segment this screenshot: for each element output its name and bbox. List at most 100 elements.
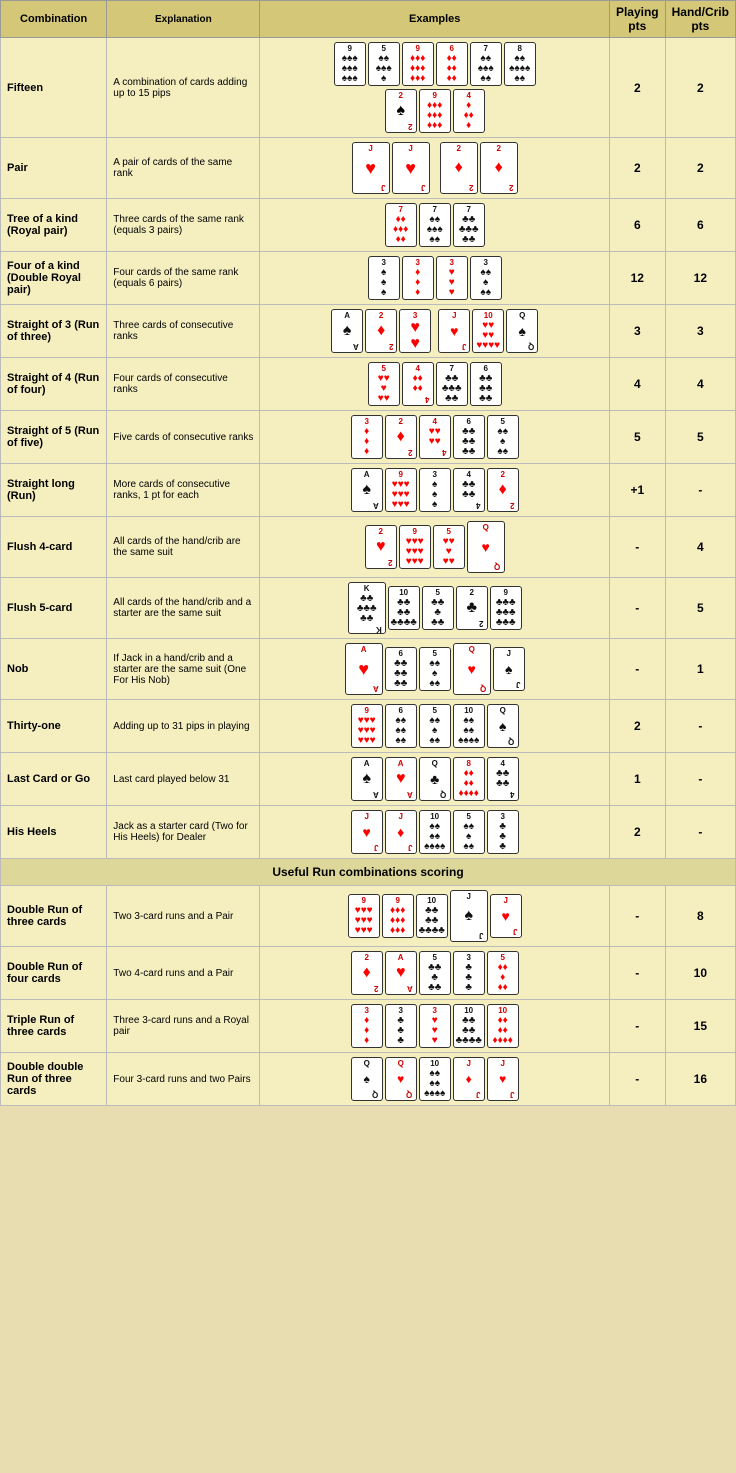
card: 2 ♦ 2 [365, 309, 397, 353]
card: 9 ♥♥♥♥♥♥♥♥♥ 9 [399, 525, 431, 569]
card: 3 ♠♠♠ 3 [419, 468, 451, 512]
row-straight-4: Straight of 4 (Run of four) Four cards o… [1, 358, 736, 411]
row-fifteen: Fifteen A combination of cards adding up… [1, 38, 736, 138]
combo-three-kind: Tree of a kind (Royal pair) [1, 199, 107, 252]
card: 8 ♦♦♦♦♦♦♦♦ 8 [453, 757, 485, 801]
crib-thirty-one: - [665, 700, 735, 753]
pts-double-run-3: - [609, 886, 665, 947]
combo-his-heels: His Heels [1, 806, 107, 859]
card: 7 ♣♣♣♣♣♣♣ 7 [436, 362, 468, 406]
card: J ♥ J [438, 309, 470, 353]
examples-double-run-3: 9 ♥♥♥♥♥♥♥♥♥ 9 9 ♦♦♦♦♦♦♦♦♦ 9 [260, 886, 610, 947]
crib-straight-long: - [665, 464, 735, 517]
combo-double-run-4: Double Run of four cards [1, 947, 107, 1000]
card: 2 ♥ 2 [365, 525, 397, 569]
header-playing-pts: Playing pts [609, 1, 665, 38]
card: 10 ♣♣♣♣♣♣♣♣ 10 [416, 894, 448, 938]
card: 6 ♣♣♣♣♣♣ 6 [470, 362, 502, 406]
card: 3 ♠♠♠♠♠ 3 [470, 256, 502, 300]
row-double-run-4: Double Run of four cards Two 4-card runs… [1, 947, 736, 1000]
card: 9 ♦♦♦♦♦♦♦♦♦ 9 [382, 894, 414, 938]
card: Q ♠ Q [351, 1057, 383, 1101]
card: 2 ♠ 2 [385, 89, 417, 133]
pts-four-kind: 12 [609, 252, 665, 305]
card: 9 ♥♥♥♥♥♥♥♥♥ 9 [351, 704, 383, 748]
combo-double-double-run: Double double Run of three cards [1, 1053, 107, 1106]
card: 5 ♥♥♥♥♥ 5 [433, 525, 465, 569]
combo-four-kind: Four of a kind (Double Royal pair) [1, 252, 107, 305]
explain-triple-run-3: Three 3-card runs and a Royal pair [107, 1000, 260, 1053]
card: J ♠ J [493, 647, 525, 691]
card: 3 ♥♥♥ 3 [436, 256, 468, 300]
card: 3 ♣♣♣ 3 [453, 951, 485, 995]
card: 10 ♣♣♣♣♣♣♣♣ 10 [388, 586, 420, 630]
card: Q ♠ Q [487, 704, 519, 748]
pts-fifteen: 2 [609, 38, 665, 138]
card: 9 ♥♥♥♥♥♥♥♥♥ 9 [385, 468, 417, 512]
pts-three-kind: 6 [609, 199, 665, 252]
card: 7 ♠♠♠♠♠♠♠ 7 [470, 42, 502, 86]
card: 3 ♥♥♥ 3 [399, 309, 431, 353]
explain-four-kind: Four cards of the same rank (equals 6 pa… [107, 252, 260, 305]
card: A ♥ A [345, 643, 383, 695]
crib-three-kind: 6 [665, 199, 735, 252]
row-triple-run-3: Triple Run of three cards Three 3-card r… [1, 1000, 736, 1053]
explain-double-run-3: Two 3-card runs and a Pair [107, 886, 260, 947]
card: 5 ♥♥♥♥♥ 5 [368, 362, 400, 406]
card: 5 ♠♠♠♠♠ 5 [419, 647, 451, 691]
combo-flush-4: Flush 4-card [1, 517, 107, 578]
pts-flush-5: - [609, 578, 665, 639]
card: J ♥ J [352, 142, 390, 194]
row-double-double-run: Double double Run of three cards Four 3-… [1, 1053, 736, 1106]
pts-pair: 2 [609, 138, 665, 199]
card: 3 ♦♦♦ 3 [402, 256, 434, 300]
explain-straight-3: Three cards of consecutive ranks [107, 305, 260, 358]
card: Q ♠ Q [506, 309, 538, 353]
examples-straight-5: 3 ♦♦♦ 3 2 ♦ 2 4 [260, 411, 610, 464]
card: 5 ♠♠♠♠♠ 5 [487, 415, 519, 459]
row-pair: Pair A pair of cards of the same rank J … [1, 138, 736, 199]
card: 9 ♥♥♥♥♥♥♥♥♥ 9 [348, 894, 380, 938]
explain-flush-5: All cards of the hand/crib and a starter… [107, 578, 260, 639]
crib-straight-3: 3 [665, 305, 735, 358]
explain-double-double-run: Four 3-card runs and two Pairs [107, 1053, 260, 1106]
pts-straight-3: 3 [609, 305, 665, 358]
card: 9 ♣♣♣♣♣♣♣♣♣ 9 [490, 586, 522, 630]
section-header-text: Useful Run combinations scoring [1, 859, 736, 886]
explain-straight-long: More cards of consecutive ranks, 1 pt fo… [107, 464, 260, 517]
row-flush-4: Flush 4-card All cards of the hand/crib … [1, 517, 736, 578]
pts-straight-4: 4 [609, 358, 665, 411]
card: Q ♣ Q [419, 757, 451, 801]
explain-thirty-one: Adding up to 31 pips in playing [107, 700, 260, 753]
card: 3 ♦♦♦ 3 [351, 415, 383, 459]
explain-straight-4: Four cards of consecutive ranks [107, 358, 260, 411]
card: 2 ♦ 2 [385, 415, 417, 459]
pts-nob: - [609, 639, 665, 700]
card: 5 ♣♣♣♣♣ 5 [422, 586, 454, 630]
combo-double-run-3: Double Run of three cards [1, 886, 107, 947]
combo-flush-5: Flush 5-card [1, 578, 107, 639]
crib-flush-4: 4 [665, 517, 735, 578]
card: J ♥ J [392, 142, 430, 194]
card: 9 ♦♦♦♦♦♦♦♦♦ 9 [402, 42, 434, 86]
explain-last-card: Last card played below 31 [107, 753, 260, 806]
examples-fifteen: 9 ♠♠♠♠♠♠♠♠♠ 9 5 ♠♠♠♠♠♠ 5 [260, 38, 610, 138]
examples-three-kind: 7 ♦♦♦♦♦♦♦ 7 7 ♠♠♠♠♠♠♠ 7 [260, 199, 610, 252]
combo-straight-4: Straight of 4 (Run of four) [1, 358, 107, 411]
card: 10 ♠♠♠♠♠♠♠♠ 10 [453, 704, 485, 748]
examples-straight-long: A ♠ A 9 ♥♥♥♥♥♥♥♥♥ 9 [260, 464, 610, 517]
examples-four-kind: 3 ♠♠♠ 3 3 ♦♦♦ 3 3 [260, 252, 610, 305]
card: 2 ♦ 2 [440, 142, 478, 194]
card: 3 ♠♠♠ 3 [368, 256, 400, 300]
row-nob: Nob If Jack in a hand/crib and a starter… [1, 639, 736, 700]
card: J ♦ J [453, 1057, 485, 1101]
row-straight-5: Straight of 5 (Run of five) Five cards o… [1, 411, 736, 464]
card: 6 ♦♦♦♦♦♦ 6 [436, 42, 468, 86]
crib-nob: 1 [665, 639, 735, 700]
pts-double-run-4: - [609, 947, 665, 1000]
examples-last-card: A ♠ A A ♥ A Q [260, 753, 610, 806]
row-three-kind: Tree of a kind (Royal pair) Three cards … [1, 199, 736, 252]
card: Q ♥ Q [385, 1057, 417, 1101]
card: J ♠ J [450, 890, 488, 942]
examples-straight-4: 5 ♥♥♥♥♥ 5 4 ♦♦♦♦ 4 7 [260, 358, 610, 411]
